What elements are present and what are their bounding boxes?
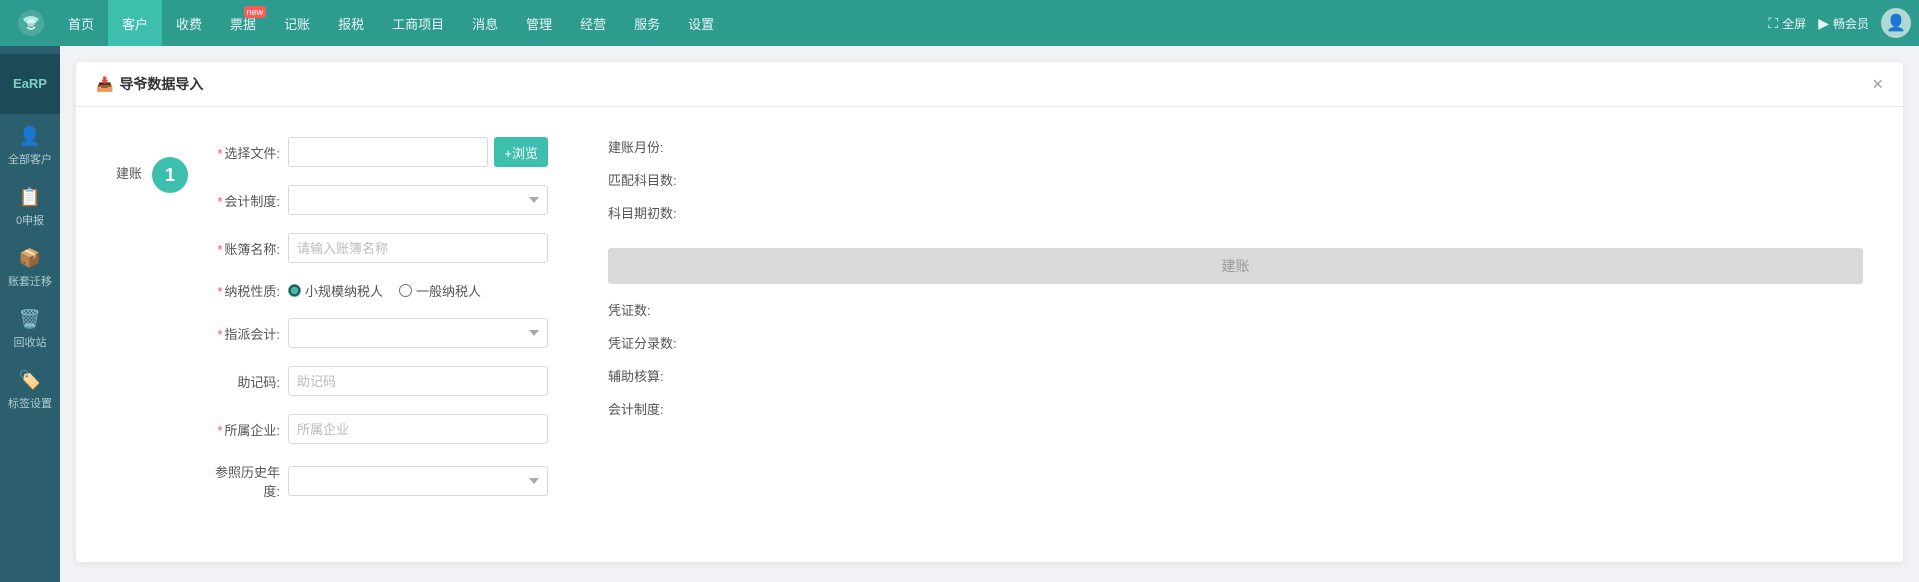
accounting-system-label: 会计制度: [208,191,288,210]
history-year-label: 参照历史年度: [208,462,288,500]
nav-item-bookkeeping[interactable]: 记账 [270,0,324,46]
dialog-card: 📥 导爷数据导入 × 建账 1 [76,62,1903,562]
assign-accountant-row: 指派会计: [208,318,548,348]
voucher-entries-label: 凭证分录数: [608,333,688,352]
fullscreen-button[interactable]: ⛶ 全屏 [1768,15,1806,32]
ledger-name-row: 账簿名称: [208,233,548,263]
voucher-label: 凭证数: [608,300,688,319]
accounting-system-info-row: 会计制度: [608,399,1863,418]
company-row: 所属企业: [208,414,548,444]
sidebar-item-tags[interactable]: 🏷️ 标签设置 [0,362,60,419]
ledger-name-input[interactable] [288,233,548,263]
select-file-input[interactable] [288,137,488,167]
sidebar-item-migration[interactable]: 📦 账套迁移 [0,240,60,297]
main-content: 📥 导爷数据导入 × 建账 1 [60,46,1919,582]
radio-general-tax[interactable]: 一般纳税人 [399,281,481,300]
radio-general-tax-input[interactable] [399,284,412,297]
nav-right: ⛶ 全屏 ▶ 畅会员 👤 [1768,8,1911,38]
nav-item-manage[interactable]: 管理 [512,0,566,46]
nav-item-invoice[interactable]: 票据 new [216,0,270,46]
top-navigation: 首页 客户 收费 票据 new 记账 报税 工商项目 消息 管理 经营 [0,0,1919,46]
dialog-body: 建账 1 选择文件: +浏览 [76,107,1903,548]
voucher-entries-row: 凭证分录数: [608,333,1863,352]
company-label: 所属企业: [208,420,288,439]
initial-balance-row: 科目期初数: [608,203,1863,222]
dialog-header: 📥 导爷数据导入 × [76,62,1903,107]
nav-item-message[interactable]: 消息 [458,0,512,46]
nav-item-operation[interactable]: 经营 [566,0,620,46]
create-account-button[interactable]: 建账 [608,248,1863,284]
create-month-label: 建账月份: [608,137,688,156]
voucher-row: 凭证数: [608,300,1863,319]
sidebar: EaRP 👤 全部客户 📋 0申报 📦 账套迁移 🗑️ 回收站 🏷️ 标签设置 [0,46,60,582]
match-subjects-row: 匹配科目数: [608,170,1863,189]
match-subjects-label: 匹配科目数: [608,170,688,189]
form-right: 建账月份: 匹配科目数: 科目期初数: [608,137,1863,518]
nav-item-business[interactable]: 工商项目 [378,0,458,46]
memo-row: 助记码: [208,366,548,396]
tag-icon: 🏷️ [19,370,41,391]
initial-balance-label: 科目期初数: [608,203,688,222]
info-section-2: 凭证数: 凭证分录数: 辅助核算: [608,300,1863,418]
form-left: 建账 1 选择文件: +浏览 [116,137,548,518]
nav-logo[interactable] [8,0,54,46]
nav-items: 首页 客户 收费 票据 new 记账 报税 工商项目 消息 管理 经营 [54,0,1768,46]
file-input-wrap: +浏览 [288,137,548,167]
nav-item-settings[interactable]: 设置 [674,0,728,46]
aux-accounting-label: 辅助核算: [608,366,688,385]
avatar[interactable]: 👤 [1881,8,1911,38]
nav-item-customer[interactable]: 客户 [108,0,162,46]
history-year-select[interactable] [288,466,548,496]
accounting-system-info-label: 会计制度: [608,399,688,418]
tax-type-label: 纳税性质: [208,281,288,300]
step-badge: 1 [152,157,188,193]
aux-accounting-row: 辅助核算: [608,366,1863,385]
main-layout: EaRP 👤 全部客户 📋 0申报 📦 账套迁移 🗑️ 回收站 🏷️ 标签设置 [0,46,1919,582]
sidebar-item-declaration[interactable]: 📋 0申报 [0,179,60,236]
browse-button[interactable]: +浏览 [494,137,548,167]
form-section: 建账 1 选择文件: +浏览 [116,137,1863,518]
nav-item-fees[interactable]: 收费 [162,0,216,46]
select-file-row: 选择文件: +浏览 [208,137,548,167]
import-icon: 📥 [96,76,113,93]
right-panel: 建账月份: 匹配科目数: 科目期初数: [608,137,1863,418]
radio-small-tax-input[interactable] [288,284,301,297]
select-file-label: 选择文件: [208,143,288,162]
info-section: 建账月份: 匹配科目数: 科目期初数: [608,137,1863,222]
create-month-row: 建账月份: [608,137,1863,156]
new-badge: new [244,6,267,18]
sidebar-brand: EaRP [0,54,60,114]
sidebar-item-trash[interactable]: 🗑️ 回收站 [0,301,60,358]
member-button[interactable]: ▶ 畅会员 [1818,15,1869,32]
close-button[interactable]: × [1872,75,1883,93]
tax-type-radio-group: 小规模纳税人 一般纳税人 [288,281,548,300]
trash-icon: 🗑️ [19,309,41,330]
radio-small-tax[interactable]: 小规模纳税人 [288,281,383,300]
declaration-icon: 📋 [19,187,41,208]
memo-label: 助记码: [208,372,288,391]
ledger-name-label: 账簿名称: [208,239,288,258]
sidebar-item-all-customers[interactable]: 👤 全部客户 [0,118,60,175]
nav-item-tax[interactable]: 报税 [324,0,378,46]
form-fields: 选择文件: +浏览 会计制度: [208,137,548,518]
tax-type-row: 纳税性质: 小规模纳税人 一般纳税人 [208,281,548,300]
step-label: 建账 [116,163,142,182]
history-year-row: 参照历史年度: [208,462,548,500]
assign-accountant-label: 指派会计: [208,324,288,343]
people-icon: 👤 [19,126,41,147]
migration-icon: 📦 [19,248,41,269]
nav-item-home[interactable]: 首页 [54,0,108,46]
nav-item-service[interactable]: 服务 [620,0,674,46]
assign-accountant-select[interactable] [288,318,548,348]
company-input[interactable] [288,414,548,444]
accounting-system-select[interactable] [288,185,548,215]
dialog-title: 📥 导爷数据导入 [96,74,203,94]
accounting-system-row: 会计制度: [208,185,548,215]
memo-input[interactable] [288,366,548,396]
